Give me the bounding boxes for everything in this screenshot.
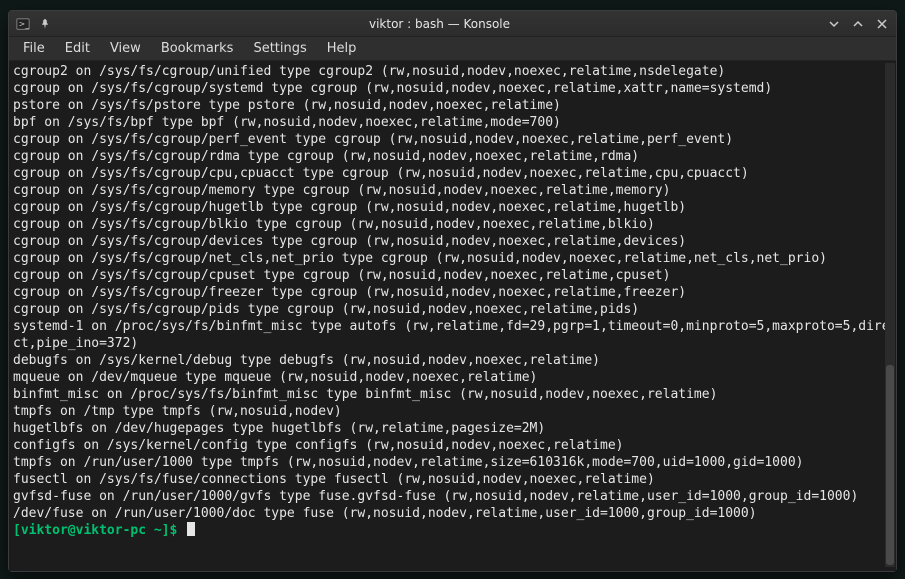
menu-settings[interactable]: Settings xyxy=(243,38,316,59)
titlebar: >_ viktor : bash — Konsole xyxy=(9,11,896,37)
terminal-line: tmpfs on /tmp type tmpfs (rw,nosuid,node… xyxy=(13,403,892,420)
terminal-line: debugfs on /sys/kernel/debug type debugf… xyxy=(13,352,892,369)
terminal-line: configfs on /sys/kernel/config type conf… xyxy=(13,437,892,454)
terminal-line: cgroup on /sys/fs/cgroup/cpuset type cgr… xyxy=(13,267,892,284)
terminal-line: systemd-1 on /proc/sys/fs/binfmt_misc ty… xyxy=(13,318,892,352)
menu-view[interactable]: View xyxy=(100,38,151,59)
terminal-line: cgroup on /sys/fs/cgroup/memory type cgr… xyxy=(13,182,892,199)
menubar: File Edit View Bookmarks Settings Help xyxy=(9,37,896,61)
close-button[interactable] xyxy=(874,16,890,32)
terminal-line: fusectl on /sys/fs/fuse/connections type… xyxy=(13,471,892,488)
prompt-line[interactable]: [viktor@viktor-pc ~]$ xyxy=(13,522,892,539)
scrollbar-thumb[interactable] xyxy=(886,365,894,565)
menu-help[interactable]: Help xyxy=(317,38,367,59)
terminal-line: cgroup on /sys/fs/cgroup/freezer type cg… xyxy=(13,284,892,301)
svg-text:>_: >_ xyxy=(19,19,30,28)
terminal-line: hugetlbfs on /dev/hugepages type hugetlb… xyxy=(13,420,892,437)
terminal-line: cgroup on /sys/fs/cgroup/cpu,cpuacct typ… xyxy=(13,165,892,182)
menu-edit[interactable]: Edit xyxy=(55,38,100,59)
terminal-line: cgroup on /sys/fs/cgroup/rdma type cgrou… xyxy=(13,148,892,165)
terminal-line: cgroup on /sys/fs/cgroup/systemd type cg… xyxy=(13,80,892,97)
terminal-line: /dev/fuse on /run/user/1000/doc type fus… xyxy=(13,505,892,522)
menu-file[interactable]: File xyxy=(13,38,55,59)
terminal-output[interactable]: cgroup2 on /sys/fs/cgroup/unified type c… xyxy=(9,61,896,571)
cursor xyxy=(187,522,195,536)
terminal-line: cgroup on /sys/fs/cgroup/devices type cg… xyxy=(13,233,892,250)
terminal-line: cgroup on /sys/fs/cgroup/net_cls,net_pri… xyxy=(13,250,892,267)
terminal-line: mqueue on /dev/mqueue type mqueue (rw,no… xyxy=(13,369,892,386)
terminal-line: cgroup on /sys/fs/cgroup/hugetlb type cg… xyxy=(13,199,892,216)
maximize-button[interactable] xyxy=(850,16,866,32)
terminal-line: tmpfs on /run/user/1000 type tmpfs (rw,n… xyxy=(13,454,892,471)
terminal-line: gvfsd-fuse on /run/user/1000/gvfs type f… xyxy=(13,488,892,505)
terminal-line: bpf on /sys/fs/bpf type bpf (rw,nosuid,n… xyxy=(13,114,892,131)
app-icon: >_ xyxy=(15,16,31,32)
konsole-window: >_ viktor : bash — Konsole File Edit Vie… xyxy=(8,10,897,572)
minimize-button[interactable] xyxy=(826,16,842,32)
terminal-line: cgroup on /sys/fs/cgroup/pids type cgrou… xyxy=(13,301,892,318)
terminal-line: cgroup2 on /sys/fs/cgroup/unified type c… xyxy=(13,63,892,80)
terminal-line: cgroup on /sys/fs/cgroup/perf_event type… xyxy=(13,131,892,148)
terminal-line: binfmt_misc on /proc/sys/fs/binfmt_misc … xyxy=(13,386,892,403)
terminal-line: pstore on /sys/fs/pstore type pstore (rw… xyxy=(13,97,892,114)
pin-icon[interactable] xyxy=(37,16,53,32)
terminal-line: cgroup on /sys/fs/cgroup/blkio type cgro… xyxy=(13,216,892,233)
scrollbar[interactable] xyxy=(885,63,895,567)
menu-bookmarks[interactable]: Bookmarks xyxy=(151,38,244,59)
window-title: viktor : bash — Konsole xyxy=(53,17,826,31)
